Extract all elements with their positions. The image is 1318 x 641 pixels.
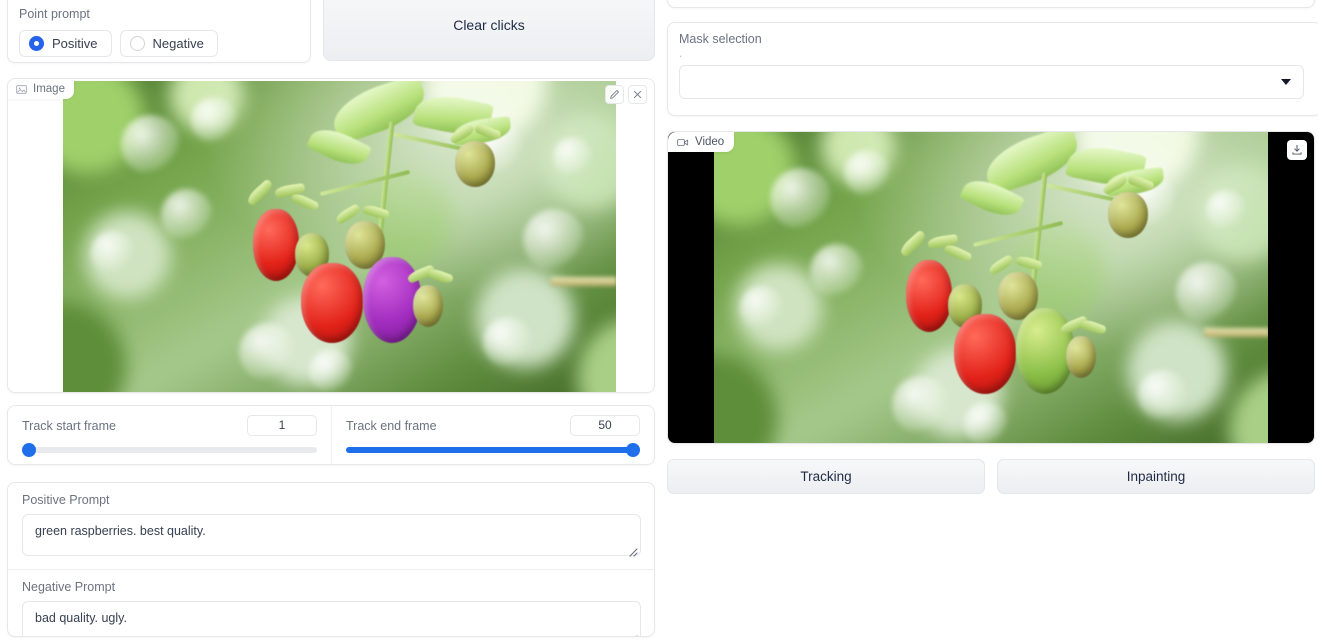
mask-selection-sub-marker: .	[679, 46, 683, 60]
video-canvas[interactable]	[714, 132, 1268, 443]
track-end-frame-control[interactable]: Track end frame 50	[331, 406, 654, 464]
track-start-frame-slider[interactable]	[22, 443, 317, 457]
radio-option-negative[interactable]: Negative	[119, 30, 218, 57]
video-badge: Video	[668, 132, 735, 152]
panel-above-mask-selection	[667, 0, 1315, 8]
clear-image-button[interactable]	[628, 85, 647, 104]
negative-prompt-block: Negative Prompt	[8, 569, 654, 636]
prompt-panel: Positive Prompt Negative Prompt	[7, 482, 655, 637]
pencil-icon	[610, 90, 619, 99]
track-start-frame-knob[interactable]	[22, 443, 36, 457]
download-icon	[1292, 144, 1302, 155]
image-badge: Image	[8, 79, 74, 99]
frame-range-panel: Track start frame 1 Track end frame 50	[7, 405, 655, 465]
point-prompt-panel: Point prompt Positive Negative	[7, 0, 311, 63]
image-toolbar[interactable]	[605, 85, 647, 104]
app-root: Point prompt Positive Negative Clear cli…	[0, 0, 1318, 641]
inpainting-button[interactable]: Inpainting	[997, 459, 1315, 494]
close-icon	[633, 90, 642, 99]
radio-dot-positive-icon	[29, 36, 44, 51]
radio-option-positive[interactable]: Positive	[19, 30, 112, 57]
track-end-frame-value[interactable]: 50	[570, 415, 640, 436]
track-end-frame-label: Track end frame	[346, 418, 437, 433]
track-start-frame-value[interactable]: 1	[247, 415, 317, 436]
mask-selection-panel: Mask selection .	[667, 22, 1318, 116]
video-preview-panel[interactable]: Video	[667, 131, 1315, 444]
track-start-frame-control[interactable]: Track start frame 1	[8, 406, 331, 464]
video-camera-icon	[677, 138, 689, 146]
image-scene	[63, 81, 616, 392]
positive-prompt-label: Positive Prompt	[22, 493, 110, 507]
track-end-frame-knob[interactable]	[626, 443, 640, 457]
radio-label-negative: Negative	[152, 36, 204, 51]
track-end-frame-slider[interactable]	[346, 443, 640, 457]
edit-image-button[interactable]	[605, 85, 624, 104]
clear-clicks-button[interactable]: Clear clicks	[323, 0, 655, 61]
point-prompt-radio-group[interactable]: Positive Negative	[19, 30, 299, 57]
video-badge-label: Video	[695, 136, 725, 148]
mask-selection-label: Mask selection	[679, 32, 762, 46]
positive-prompt-block: Positive Prompt	[8, 483, 654, 559]
track-start-frame-label: Track start frame	[22, 418, 116, 433]
positive-prompt-input[interactable]	[22, 514, 641, 556]
tracking-button[interactable]: Tracking	[667, 459, 985, 494]
mask-selection-dropdown[interactable]	[679, 65, 1304, 99]
radio-dot-negative-icon	[129, 36, 145, 51]
image-preview-panel[interactable]: Image	[7, 78, 655, 393]
video-scene	[714, 132, 1268, 443]
negative-prompt-label: Negative Prompt	[22, 580, 116, 594]
action-button-row: Tracking Inpainting	[667, 459, 1315, 494]
image-badge-label: Image	[33, 83, 65, 95]
chevron-down-icon	[1281, 79, 1291, 85]
point-prompt-label: Point prompt	[19, 7, 90, 21]
radio-label-positive: Positive	[52, 36, 98, 51]
image-icon	[16, 84, 27, 94]
download-video-button[interactable]	[1287, 140, 1307, 160]
negative-prompt-input[interactable]	[22, 601, 641, 636]
image-canvas[interactable]	[63, 81, 616, 392]
